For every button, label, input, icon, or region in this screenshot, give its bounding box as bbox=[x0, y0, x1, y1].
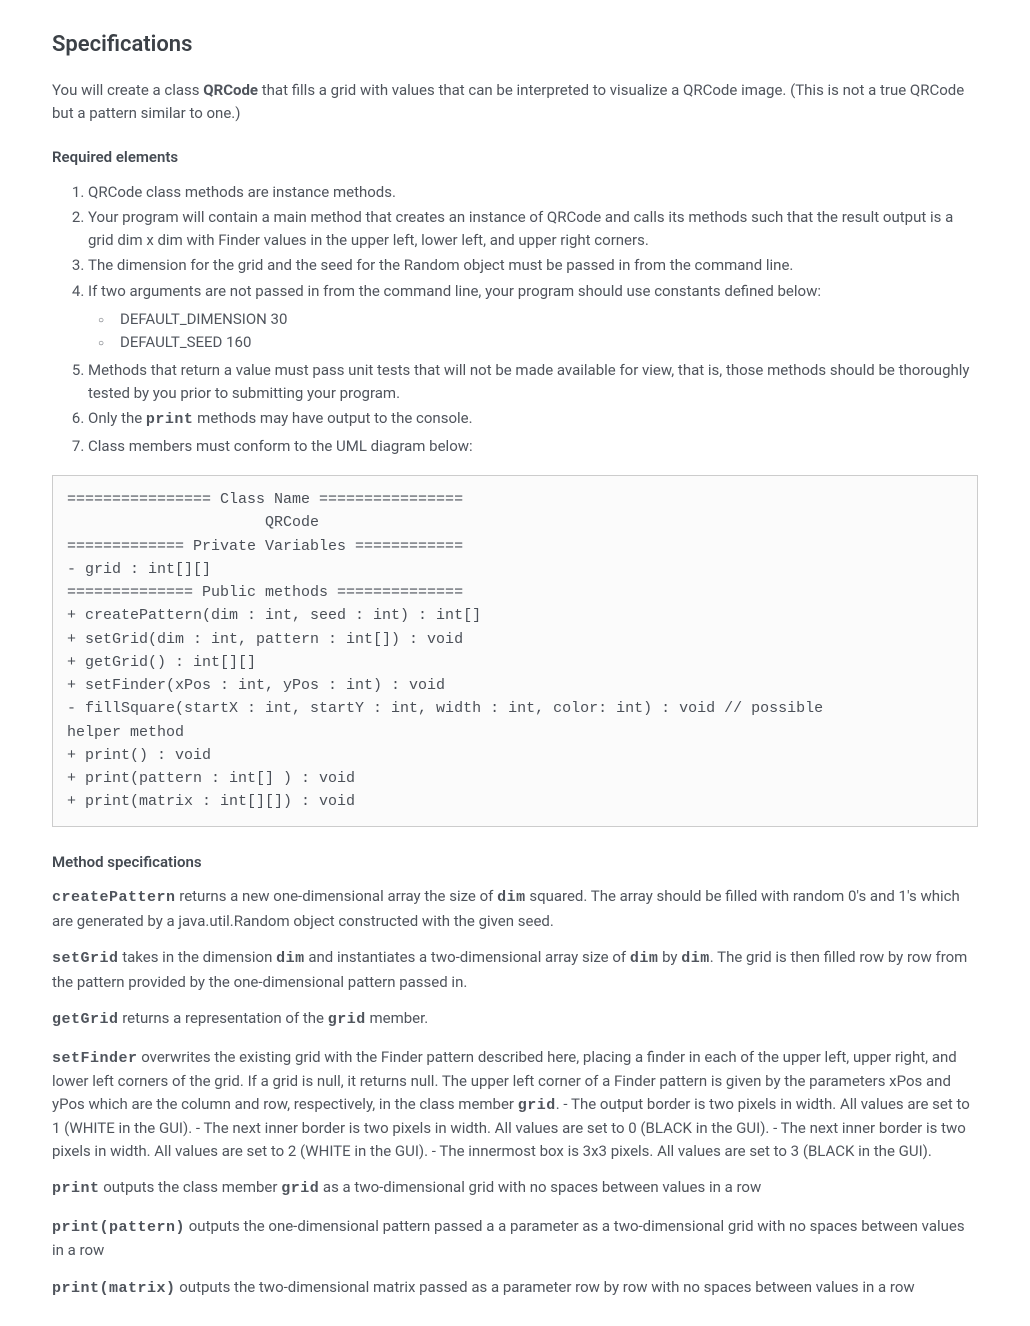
spec-text: member. bbox=[366, 1009, 429, 1027]
spec-text: returns a representation of the bbox=[119, 1009, 328, 1027]
print-spec: print outputs the class member grid as a… bbox=[52, 1176, 978, 1201]
print-literal: print bbox=[146, 411, 194, 428]
member-name: grid bbox=[518, 1097, 556, 1114]
list-item: Only the print methods may have output t… bbox=[88, 407, 978, 432]
intro-classname: QRCode bbox=[203, 81, 258, 99]
spec-text: outputs the class member bbox=[100, 1178, 282, 1196]
list-item: If two arguments are not passed in from … bbox=[88, 280, 978, 354]
list-item: Methods that return a value must pass un… bbox=[88, 359, 978, 404]
spec-text: returns a new one-dimensional array the … bbox=[176, 887, 498, 905]
param-name: dim bbox=[497, 889, 526, 906]
method-name: print bbox=[52, 1180, 100, 1197]
getgrid-spec: getGrid returns a representation of the … bbox=[52, 1007, 978, 1032]
printpattern-spec: print(pattern) outputs the one-dimension… bbox=[52, 1215, 978, 1262]
spec-text: and instantiates a two-dimensional array… bbox=[305, 948, 630, 966]
spec-text: takes in the dimension bbox=[119, 948, 277, 966]
method-name: setFinder bbox=[52, 1050, 138, 1067]
method-name: getGrid bbox=[52, 1011, 119, 1028]
page-title: Specifications bbox=[52, 28, 978, 61]
createpattern-spec: createPattern returns a new one-dimensio… bbox=[52, 885, 978, 932]
list-item-text: If two arguments are not passed in from … bbox=[88, 282, 821, 300]
intro-paragraph: You will create a class QRCode that fill… bbox=[52, 79, 978, 124]
list-item-text-a: Only the bbox=[88, 409, 146, 427]
spec-text: outputs the two-dimensional matrix passe… bbox=[176, 1278, 915, 1296]
method-specifications-heading: Method specifications bbox=[52, 851, 978, 874]
method-name: print(matrix) bbox=[52, 1280, 176, 1297]
setfinder-spec: setFinder overwrites the existing grid w… bbox=[52, 1046, 978, 1163]
constants-sublist: DEFAULT_DIMENSION 30 DEFAULT_SEED 160 bbox=[88, 308, 978, 353]
uml-diagram-code: ================ Class Name ============… bbox=[52, 475, 978, 827]
printmatrix-spec: print(matrix) outputs the two-dimensiona… bbox=[52, 1276, 978, 1301]
method-name: createPattern bbox=[52, 889, 176, 906]
method-name: setGrid bbox=[52, 950, 119, 967]
list-item: The dimension for the grid and the seed … bbox=[88, 254, 978, 277]
param-name: dim bbox=[630, 950, 659, 967]
list-item: Your program will contain a main method … bbox=[88, 206, 978, 251]
setgrid-spec: setGrid takes in the dimension dim and i… bbox=[52, 946, 978, 993]
member-name: grid bbox=[281, 1180, 319, 1197]
required-elements-heading: Required elements bbox=[52, 146, 978, 169]
list-item-text-b: methods may have output to the console. bbox=[193, 409, 472, 427]
list-item: Class members must conform to the UML di… bbox=[88, 435, 978, 458]
spec-text: outputs the one-dimensional pattern pass… bbox=[52, 1217, 965, 1260]
required-elements-list: QRCode class methods are instance method… bbox=[52, 181, 978, 458]
param-name: dim bbox=[681, 950, 710, 967]
intro-text-a: You will create a class bbox=[52, 81, 203, 99]
param-name: dim bbox=[276, 950, 305, 967]
list-item: DEFAULT_DIMENSION 30 bbox=[120, 308, 978, 331]
method-name: print(pattern) bbox=[52, 1219, 185, 1236]
spec-text: by bbox=[658, 948, 681, 966]
spec-text: as a two-dimensional grid with no spaces… bbox=[319, 1178, 761, 1196]
list-item: DEFAULT_SEED 160 bbox=[120, 331, 978, 354]
list-item: QRCode class methods are instance method… bbox=[88, 181, 978, 204]
member-name: grid bbox=[328, 1011, 366, 1028]
